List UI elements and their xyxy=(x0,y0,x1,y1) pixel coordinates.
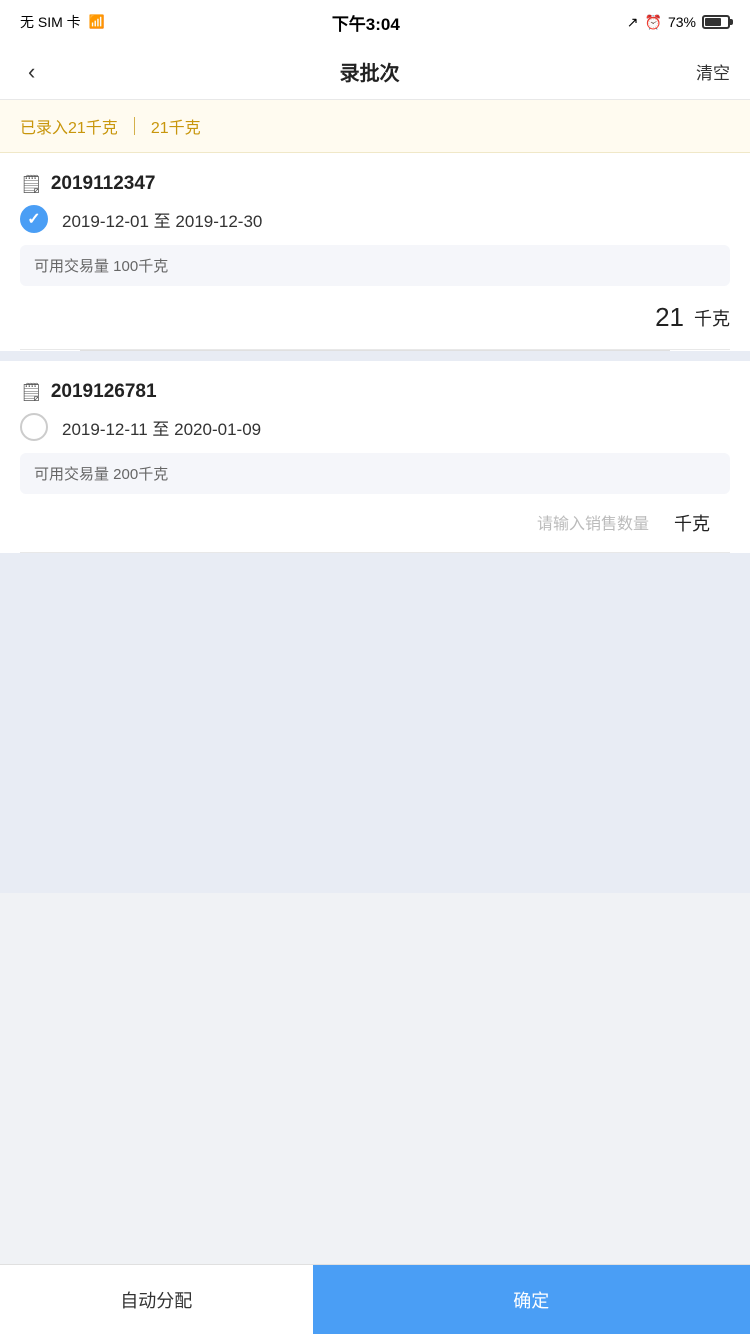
item-id-1: 2019112347 xyxy=(51,173,156,195)
item-header-2: 🗒 2019126781 xyxy=(20,381,730,403)
sim-label: 无 SIM 卡 xyxy=(20,12,81,32)
item-card-1: 🗒 2019112347 2019-12-01 至 2019-12-30 可用交… xyxy=(0,153,750,351)
item-date-2: 2019-12-11 至 2020-01-09 xyxy=(62,415,261,440)
bottom-bar: 自动分配 确定 xyxy=(0,1264,750,1334)
item-doc-icon-2: 🗒 xyxy=(20,382,43,403)
radio-button-1[interactable] xyxy=(20,205,48,233)
radio-button-2[interactable] xyxy=(20,413,48,441)
item-header-1: 🗒 2019112347 xyxy=(20,173,730,195)
entered-value: 21千克 xyxy=(151,114,201,138)
quantity-value-1: 21 xyxy=(655,302,684,333)
confirm-button[interactable]: 确定 xyxy=(313,1265,750,1334)
banner-divider xyxy=(134,117,135,135)
status-left: 无 SIM 卡 📶 xyxy=(20,12,105,32)
back-button[interactable]: ‹ xyxy=(20,55,43,89)
item-date-row-1: 2019-12-01 至 2019-12-30 xyxy=(20,205,730,233)
item-availability-1: 可用交易量 100千克 xyxy=(20,245,730,286)
page-title: 录批次 xyxy=(340,57,400,86)
item-date-1: 2019-12-01 至 2019-12-30 xyxy=(62,207,262,232)
item-id-2: 2019126781 xyxy=(51,381,157,403)
entered-amount: 已录入21千克 xyxy=(20,114,118,138)
info-banner: 已录入21千克 21千克 xyxy=(0,100,750,153)
item-quantity-row-1: 21 千克 xyxy=(20,286,730,350)
status-right: ↗ ⏰ 73% xyxy=(627,14,730,31)
wifi-icon: 📶 xyxy=(89,14,105,30)
location-icon: ↗ xyxy=(627,14,639,31)
nav-bar: ‹ 录批次 清空 xyxy=(0,44,750,100)
quantity-unit-1: 千克 xyxy=(694,305,730,331)
battery-percent: 73% xyxy=(668,14,696,30)
auto-distribute-button[interactable]: 自动分配 xyxy=(0,1265,313,1334)
alarm-icon: ⏰ xyxy=(645,14,662,31)
item-date-row-2: 2019-12-11 至 2020-01-09 xyxy=(20,413,730,441)
gray-area xyxy=(0,553,750,893)
card-separator xyxy=(0,351,750,361)
quantity-input-2[interactable] xyxy=(40,513,664,534)
item-doc-icon-1: 🗒 xyxy=(20,174,43,195)
item-card-2: 🗒 2019126781 2019-12-11 至 2020-01-09 可用交… xyxy=(0,361,750,553)
status-time: 下午3:04 xyxy=(332,10,400,35)
input-row-2: 千克 xyxy=(20,494,730,553)
item-availability-2: 可用交易量 200千克 xyxy=(20,453,730,494)
clear-button[interactable]: 清空 xyxy=(696,59,730,84)
input-unit-2: 千克 xyxy=(674,510,710,536)
status-bar: 无 SIM 卡 📶 下午3:04 ↗ ⏰ 73% xyxy=(0,0,750,44)
battery-icon xyxy=(702,15,730,29)
